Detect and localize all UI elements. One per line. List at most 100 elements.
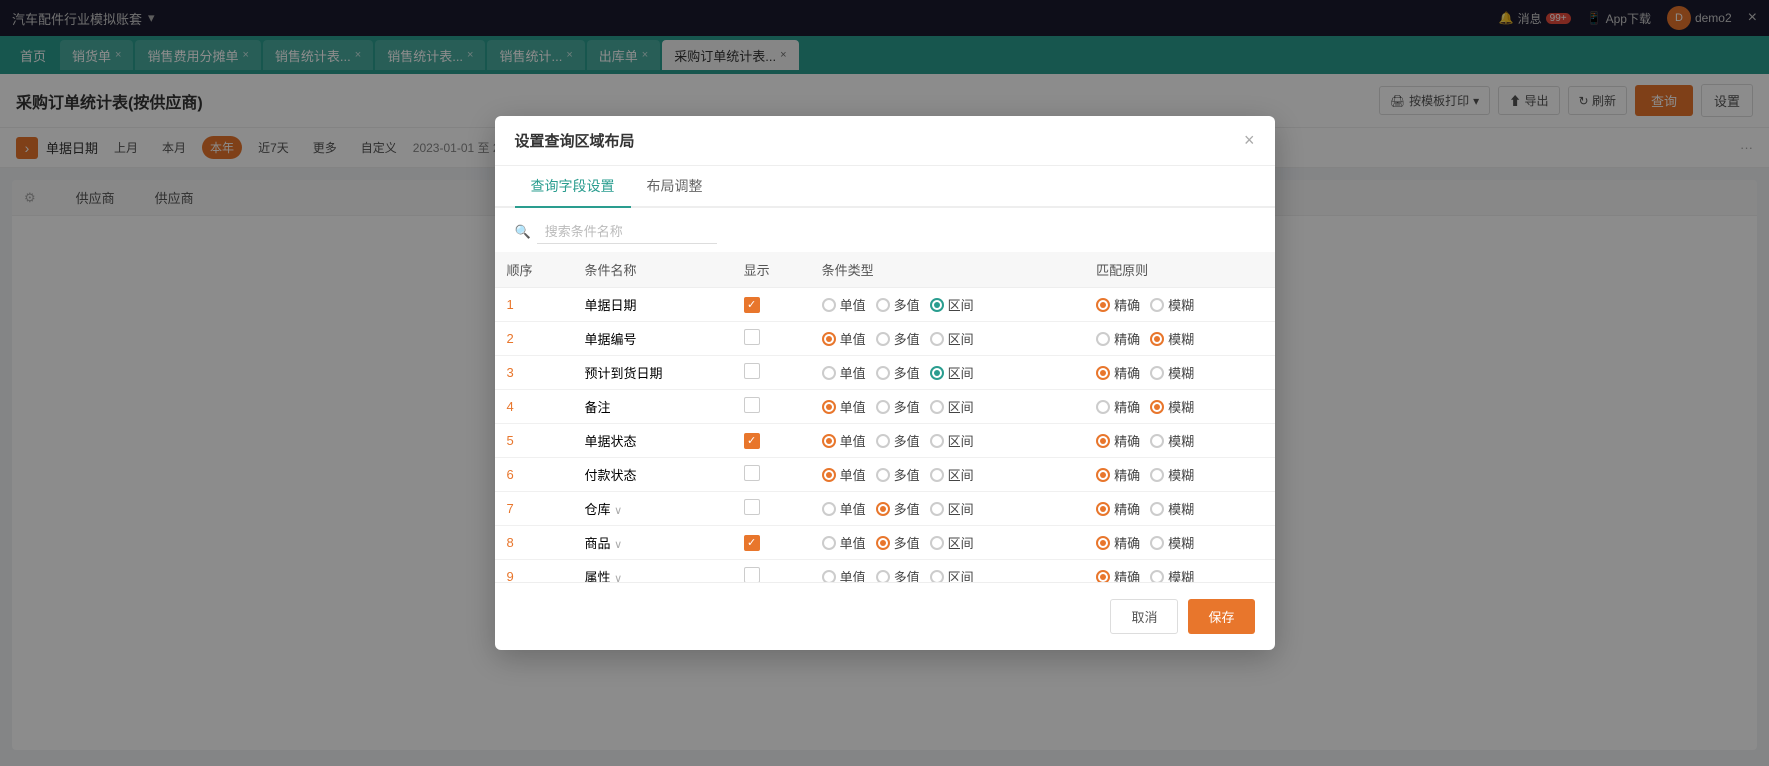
type-range-radio[interactable]: 区间: [930, 295, 974, 314]
row-display[interactable]: [732, 390, 810, 424]
col-match: 匹配原则: [1084, 252, 1274, 288]
display-checkbox[interactable]: [744, 465, 760, 481]
match-exact-radio[interactable]: 精确: [1096, 329, 1140, 348]
table-row: 6付款状态 单值 多值 区间 精确 模糊: [495, 458, 1275, 492]
row-match: 精确 模糊: [1084, 526, 1274, 560]
match-fuzzy-radio[interactable]: 模糊: [1150, 295, 1194, 314]
cancel-button[interactable]: 取消: [1110, 599, 1178, 634]
radio-dot-exact: [1096, 332, 1110, 346]
type-single-radio[interactable]: 单值: [822, 363, 866, 382]
display-checkbox[interactable]: [744, 397, 760, 413]
type-single-radio[interactable]: 单值: [822, 465, 866, 484]
display-checkbox[interactable]: [744, 329, 760, 345]
tab-layout-adjust[interactable]: 布局调整: [631, 166, 719, 208]
display-checkbox[interactable]: [744, 363, 760, 379]
dropdown-icon[interactable]: ∨: [614, 505, 622, 517]
match-fuzzy-radio[interactable]: 模糊: [1150, 499, 1194, 518]
row-display[interactable]: [732, 492, 810, 526]
type-range-radio[interactable]: 区间: [930, 397, 974, 416]
type-single-radio[interactable]: 单值: [822, 295, 866, 314]
match-fuzzy-radio[interactable]: 模糊: [1150, 329, 1194, 348]
dialog-footer: 取消 保存: [495, 582, 1275, 650]
search-input[interactable]: [537, 220, 717, 244]
match-exact-radio[interactable]: 精确: [1096, 567, 1140, 582]
display-checkbox[interactable]: ✓: [744, 297, 760, 313]
match-fuzzy-radio[interactable]: 模糊: [1150, 363, 1194, 382]
tab-query-fields[interactable]: 查询字段设置: [515, 166, 631, 208]
row-display[interactable]: [732, 322, 810, 356]
display-checkbox[interactable]: [744, 567, 760, 582]
row-display[interactable]: ✓: [732, 288, 810, 322]
dropdown-icon[interactable]: ∨: [614, 539, 622, 551]
type-multi-radio[interactable]: 多值: [876, 295, 920, 314]
type-multi-radio[interactable]: 多值: [876, 533, 920, 552]
type-single-radio[interactable]: 单值: [822, 533, 866, 552]
type-single-radio[interactable]: 单值: [822, 431, 866, 450]
match-fuzzy-radio[interactable]: 模糊: [1150, 397, 1194, 416]
match-fuzzy-radio[interactable]: 模糊: [1150, 533, 1194, 552]
match-exact-radio[interactable]: 精确: [1096, 295, 1140, 314]
row-match: 精确 模糊: [1084, 322, 1274, 356]
save-button[interactable]: 保存: [1188, 599, 1254, 634]
row-name: 属性 ∨: [573, 560, 732, 583]
row-display[interactable]: ✓: [732, 424, 810, 458]
row-display[interactable]: [732, 356, 810, 390]
type-range-radio[interactable]: 区间: [930, 533, 974, 552]
type-range-radio[interactable]: 区间: [930, 363, 974, 382]
match-exact-radio[interactable]: 精确: [1096, 499, 1140, 518]
radio-dot-range: [930, 366, 944, 380]
display-checkbox[interactable]: ✓: [744, 535, 760, 551]
display-checkbox[interactable]: ✓: [744, 433, 760, 449]
type-multi-radio[interactable]: 多值: [876, 363, 920, 382]
table-row: 8商品 ∨✓ 单值 多值 区间 精确 模糊: [495, 526, 1275, 560]
modal-overlay[interactable]: 设置查询区域布局 × 查询字段设置 布局调整 🔍 顺序 条件名称: [0, 0, 1769, 766]
radio-dot-range: [930, 536, 944, 550]
dialog-close-button[interactable]: ×: [1244, 130, 1255, 151]
row-display[interactable]: [732, 560, 810, 583]
type-single-radio[interactable]: 单值: [822, 567, 866, 582]
type-range-radio[interactable]: 区间: [930, 499, 974, 518]
row-name: 付款状态: [573, 458, 732, 492]
type-multi-radio[interactable]: 多值: [876, 499, 920, 518]
match-exact-radio[interactable]: 精确: [1096, 465, 1140, 484]
type-multi-radio[interactable]: 多值: [876, 329, 920, 348]
match-fuzzy-radio[interactable]: 模糊: [1150, 431, 1194, 450]
row-order: 5: [495, 424, 573, 458]
match-exact-radio[interactable]: 精确: [1096, 533, 1140, 552]
row-type: 单值 多值 区间: [810, 322, 1085, 356]
type-multi-radio[interactable]: 多值: [876, 465, 920, 484]
dropdown-icon[interactable]: ∨: [614, 573, 622, 582]
type-multi-radio[interactable]: 多值: [876, 431, 920, 450]
type-range-radio[interactable]: 区间: [930, 431, 974, 450]
match-exact-radio[interactable]: 精确: [1096, 397, 1140, 416]
row-display[interactable]: [732, 458, 810, 492]
type-multi-radio[interactable]: 多值: [876, 567, 920, 582]
radio-dot-exact: [1096, 400, 1110, 414]
match-fuzzy-radio[interactable]: 模糊: [1150, 465, 1194, 484]
radio-dot-fuzzy: [1150, 502, 1164, 516]
type-range-radio[interactable]: 区间: [930, 567, 974, 582]
type-single-radio[interactable]: 单值: [822, 397, 866, 416]
match-fuzzy-radio[interactable]: 模糊: [1150, 567, 1194, 582]
radio-dot-fuzzy: [1150, 298, 1164, 312]
radio-dot-range: [930, 570, 944, 583]
radio-dot-range: [930, 298, 944, 312]
type-single-radio[interactable]: 单值: [822, 499, 866, 518]
row-order: 9: [495, 560, 573, 583]
type-single-radio[interactable]: 单值: [822, 329, 866, 348]
radio-dot-fuzzy: [1150, 468, 1164, 482]
match-exact-radio[interactable]: 精确: [1096, 363, 1140, 382]
display-checkbox[interactable]: [744, 499, 760, 515]
row-display[interactable]: ✓: [732, 526, 810, 560]
table-row: 9属性 ∨ 单值 多值 区间 精确 模糊: [495, 560, 1275, 583]
radio-dot-exact: [1096, 570, 1110, 583]
type-multi-radio[interactable]: 多值: [876, 397, 920, 416]
radio-dot-multi: [876, 502, 890, 516]
radio-dot-multi: [876, 332, 890, 346]
radio-dot-multi: [876, 298, 890, 312]
type-range-radio[interactable]: 区间: [930, 465, 974, 484]
row-order: 8: [495, 526, 573, 560]
match-exact-radio[interactable]: 精确: [1096, 431, 1140, 450]
row-type: 单值 多值 区间: [810, 390, 1085, 424]
type-range-radio[interactable]: 区间: [930, 329, 974, 348]
